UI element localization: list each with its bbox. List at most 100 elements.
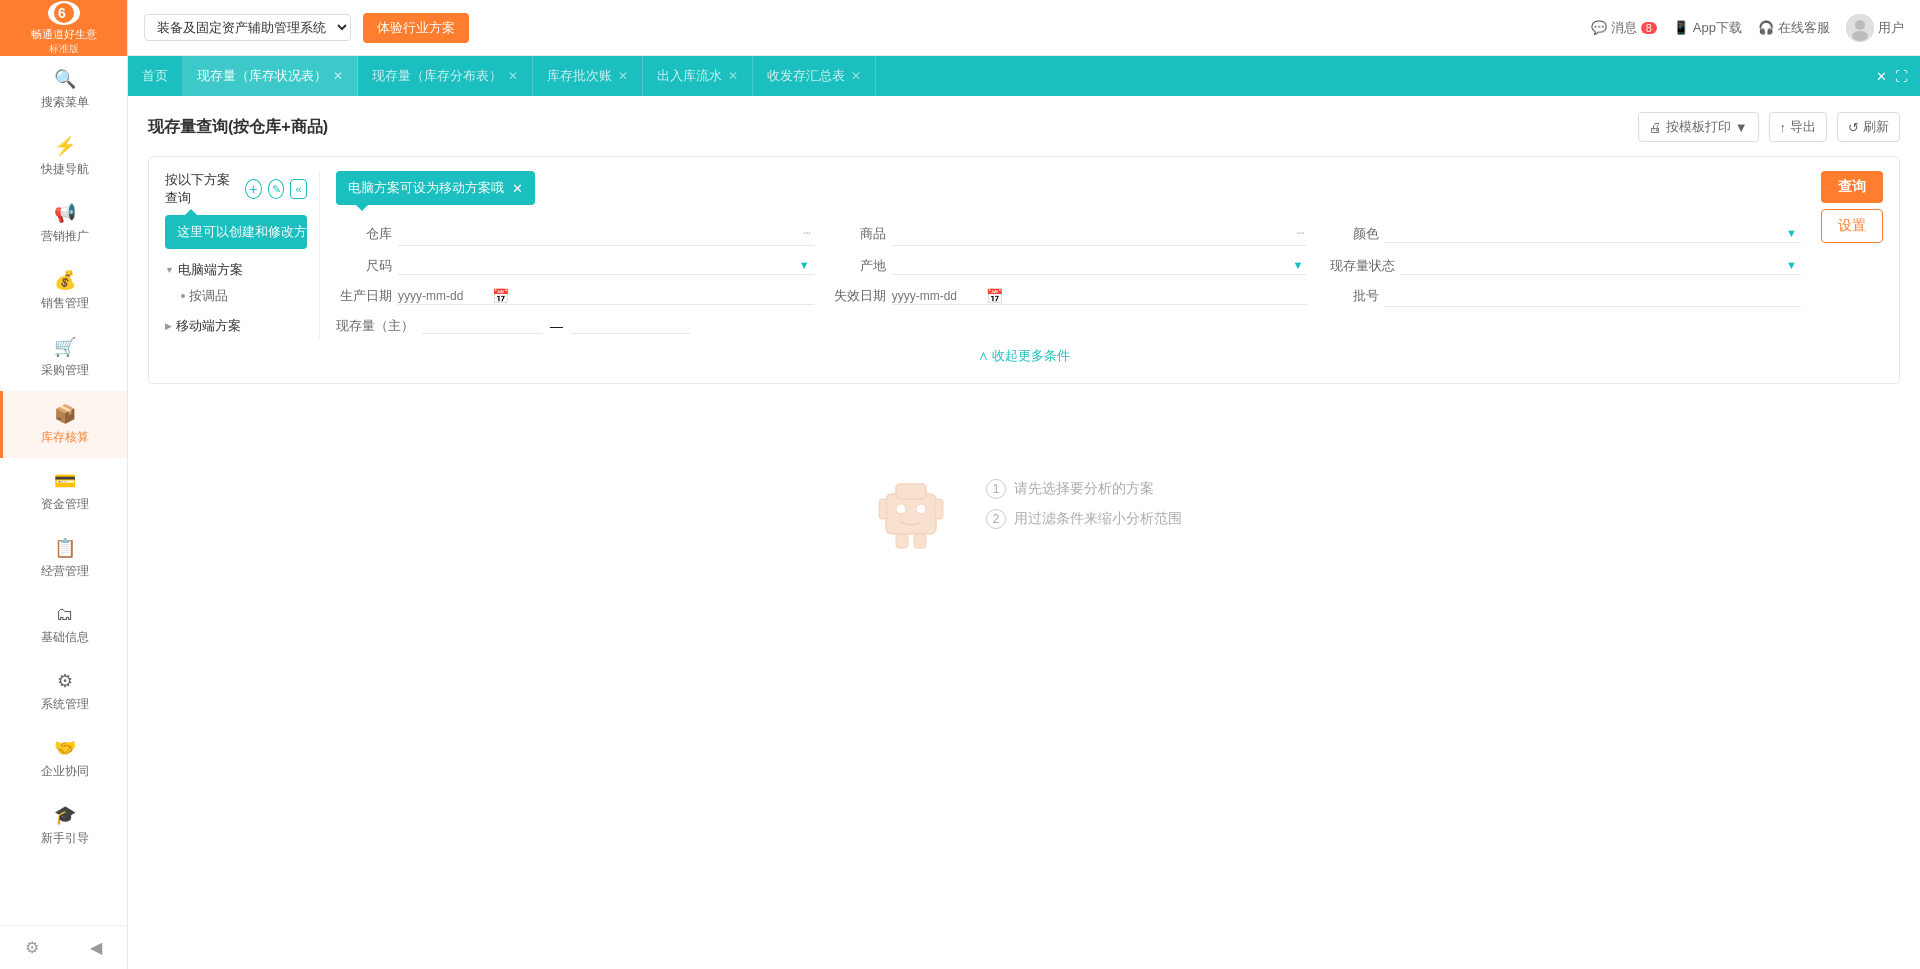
scheme-tree-pc-sub[interactable]: 按调品 [165, 283, 307, 309]
sidebar-item-basics[interactable]: 🗂 基础信息 [0, 592, 127, 658]
sidebar-item-purchase[interactable]: 🛒 采购管理 [0, 324, 127, 391]
expire-date-start-input[interactable] [892, 289, 982, 303]
color-chevron-icon: ▼ [1786, 227, 1797, 239]
scheme-panel: 按以下方案查询 + ✎ « 这里可以创建和修改方案哦 ✕ [165, 171, 320, 339]
field-color-label: 颜色 [1323, 225, 1379, 243]
tab-inventory-dist-label: 现存量（库存分布表） [372, 67, 502, 85]
svg-text:6: 6 [58, 5, 66, 21]
industry-button[interactable]: 体验行业方案 [363, 13, 469, 43]
online-support-item[interactable]: 🎧 在线客服 [1758, 19, 1830, 37]
quick-nav-icon: ⚡ [54, 135, 76, 157]
sidebar-label: 搜索菜单 [41, 94, 89, 111]
sidebar-item-marketing[interactable]: 📢 营销推广 [0, 190, 127, 257]
header: 装备及固定资产辅助管理系统 装备及固定资产辅助管理系统 体验行业方案 💬 消息 … [128, 0, 1920, 56]
scheme-mobile-label: 移动端方案 [176, 317, 241, 335]
sidebar-label: 系统管理 [41, 696, 89, 713]
scheme-tree-pc[interactable]: ▼ 电脑端方案 [165, 257, 307, 283]
cooperation-icon: 🤝 [54, 737, 76, 759]
inv-qty-end-input[interactable] [571, 318, 691, 334]
maximize-icon[interactable]: ⛶ [1895, 69, 1908, 84]
tooltip1-text: 电脑方案可设为移动方案哦 [348, 179, 504, 197]
sidebar-item-guide[interactable]: 🎓 新手引导 [0, 792, 127, 859]
scheme-edit-button[interactable]: ✎ [268, 179, 285, 199]
setup-button[interactable]: 设置 [1821, 209, 1883, 243]
query-button[interactable]: 查询 [1821, 171, 1883, 203]
sidebar-item-search-menu[interactable]: 🔍 搜索菜单 [0, 56, 127, 123]
tab-inventory-dist[interactable]: 现存量（库存分布表） ✕ [358, 56, 533, 96]
sidebar-settings-icon[interactable]: ⚙ [25, 938, 39, 957]
tab-inventory-dist-close[interactable]: ✕ [508, 69, 518, 83]
sidebar-label: 新手引导 [41, 830, 89, 847]
field-goods-label: 商品 [830, 225, 886, 243]
tab-batch-ledger[interactable]: 库存批次账 ✕ [533, 56, 643, 96]
prod-date-start-input[interactable] [398, 289, 488, 303]
step2-text: 用过滤条件来缩小分析范围 [1014, 510, 1182, 528]
filter-row3: 生产日期 📅 失效日期 📅 [336, 285, 1801, 307]
field-batch-no: 批号 [1323, 285, 1801, 307]
tooltip1-close[interactable]: ✕ [512, 181, 523, 196]
field-inv-status: 现存量状态 ▼ [1323, 256, 1801, 275]
chevron-down-icon: ▼ [1735, 120, 1748, 135]
tab-home[interactable]: 首页 [128, 56, 183, 96]
search-menu-icon: 🔍 [54, 68, 76, 90]
svg-rect-10 [935, 499, 943, 519]
export-button[interactable]: ↑ 导出 [1769, 112, 1828, 142]
tabs-bar: 首页 现存量（库存状况表） ✕ 现存量（库存分布表） ✕ 库存批次账 ✕ 出入库… [128, 56, 1920, 96]
sidebar-item-finance[interactable]: 💳 资金管理 [0, 458, 127, 525]
field-color-val: ▼ [1385, 224, 1801, 243]
tooltip2-close[interactable]: ✕ [345, 225, 356, 240]
sidebar-collapse-icon[interactable]: ◀ [90, 938, 102, 957]
tab-batch-ledger-label: 库存批次账 [547, 67, 612, 85]
content-area: 现存量查询(按仓库+商品) 🖨 按模板打印 ▼ ↑ 导出 ↺ 刷新 [128, 96, 1920, 969]
sidebar-item-system[interactable]: ⚙ 系统管理 [0, 658, 127, 725]
tab-inventory-status-close[interactable]: ✕ [333, 69, 343, 83]
close-all-tabs-icon[interactable]: ✕ [1876, 69, 1887, 84]
sidebar-item-inventory[interactable]: 📦 库存核算 [0, 391, 127, 458]
tooltip2-text: 这里可以创建和修改方案哦 [177, 223, 333, 241]
filter-action-buttons: 查询 设置 [1821, 171, 1883, 243]
tab-recv-send[interactable]: 收发存汇总表 ✕ [753, 56, 876, 96]
field-expire-date-label: 失效日期 [830, 287, 886, 305]
guide-icon: 🎓 [54, 804, 76, 826]
tab-inventory-status[interactable]: 现存量（库存状况表） ✕ [183, 56, 358, 96]
message-item[interactable]: 💬 消息 8 [1591, 19, 1657, 37]
field-prod-date-label: 生产日期 [336, 287, 392, 305]
refresh-button[interactable]: ↺ 刷新 [1837, 112, 1900, 142]
tab-inventory-status-label: 现存量（库存状况表） [197, 67, 327, 85]
message-icon: 💬 [1591, 20, 1607, 35]
user-item[interactable]: 用户 [1846, 14, 1904, 42]
inv-qty-start-input[interactable] [422, 318, 542, 334]
sidebar-label: 库存核算 [41, 429, 89, 446]
tab-inout-flow[interactable]: 出入库流水 ✕ [643, 56, 753, 96]
batch-no-input[interactable] [1385, 285, 1801, 307]
origin-chevron-icon: ▼ [1292, 259, 1303, 271]
app-download-item[interactable]: 📱 App下载 [1673, 19, 1742, 37]
user-label: 用户 [1878, 19, 1904, 37]
sidebar-label: 采购管理 [41, 362, 89, 379]
field-inv-status-label: 现存量状态 [1323, 257, 1395, 275]
sidebar-item-sales[interactable]: 💰 销售管理 [0, 257, 127, 324]
sidebar-item-cooperation[interactable]: 🤝 企业协同 [0, 725, 127, 792]
tab-recv-send-close[interactable]: ✕ [851, 69, 861, 83]
svg-rect-12 [914, 534, 926, 548]
step2-num: 2 [986, 509, 1006, 529]
empty-step2: 2 用过滤条件来缩小分析范围 [986, 509, 1182, 529]
operations-icon: 📋 [54, 537, 76, 559]
collapse-bar[interactable]: ∧ 收起更多条件 [165, 339, 1883, 369]
system-select[interactable]: 装备及固定资产辅助管理系统 [144, 14, 351, 41]
scheme-back-button[interactable]: « [290, 179, 307, 199]
phone-icon: 📱 [1673, 20, 1689, 35]
headset-icon: 🎧 [1758, 20, 1774, 35]
scheme-tree-mobile[interactable]: ▶ 移动端方案 [165, 313, 307, 339]
scheme-add-button[interactable]: + [245, 179, 262, 199]
dots-icon: ··· [802, 224, 809, 242]
sidebar-item-operations[interactable]: 📋 经营管理 [0, 525, 127, 592]
size-chevron-icon: ▼ [799, 259, 810, 271]
sidebar-item-quick-nav[interactable]: ⚡ 快捷导航 [0, 123, 127, 190]
dot-icon [181, 294, 185, 298]
tab-inout-flow-close[interactable]: ✕ [728, 69, 738, 83]
tab-inout-flow-label: 出入库流水 [657, 67, 722, 85]
tab-batch-ledger-close[interactable]: ✕ [618, 69, 628, 83]
template-print-button[interactable]: 🖨 按模板打印 ▼ [1638, 112, 1759, 142]
empty-state: 1 请先选择要分析的方案 2 用过滤条件来缩小分析范围 [148, 384, 1900, 594]
